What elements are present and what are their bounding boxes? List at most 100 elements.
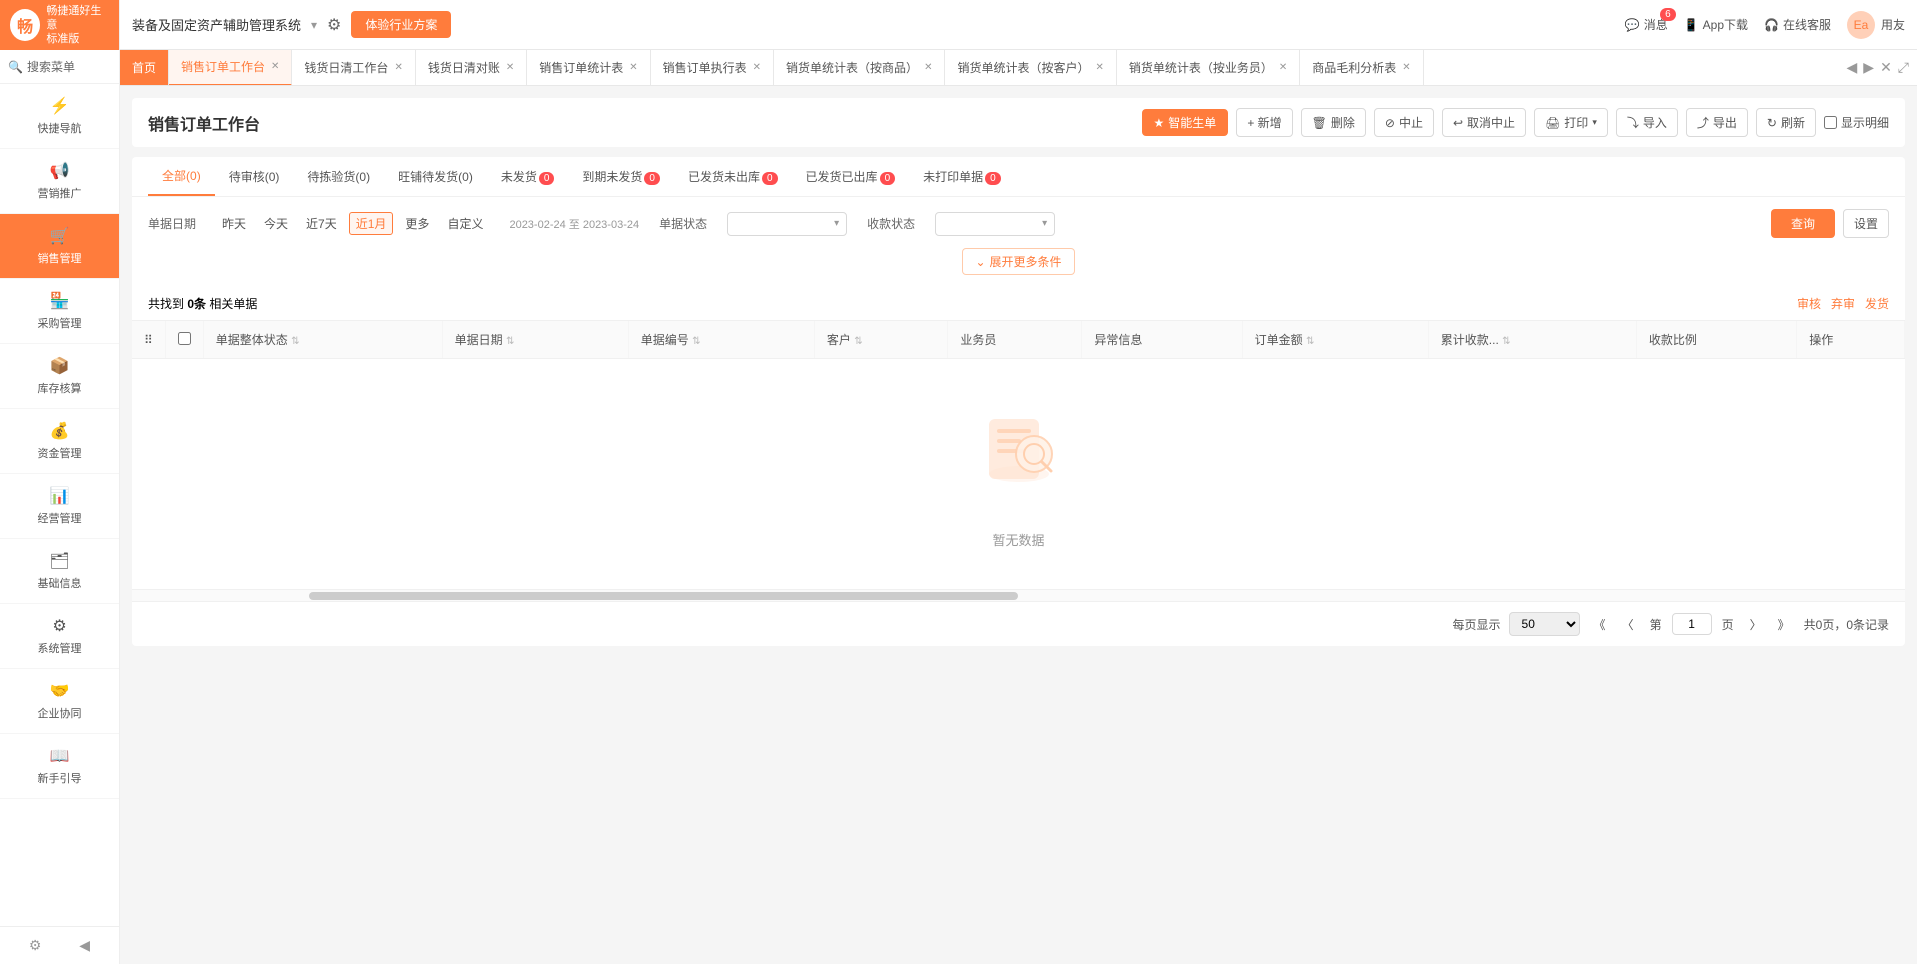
delete-btn[interactable]: 🗑 删除 [1301, 108, 1366, 137]
page-first-btn[interactable]: 《 [1588, 613, 1612, 636]
import-btn[interactable]: ⤵ 导入 [1616, 108, 1678, 137]
date-more[interactable]: 更多 [399, 213, 435, 234]
date-today[interactable]: 今天 [258, 213, 294, 234]
sidebar-item-marketing[interactable]: 📢 营销推广 [0, 149, 119, 214]
sidebar-item-guide[interactable]: 📖 新手引导 [0, 734, 119, 799]
status-select[interactable] [727, 212, 847, 236]
tab-cash-reconcile-close[interactable]: ✕ [506, 62, 514, 73]
refresh-btn[interactable]: ↻ 刷新 [1756, 108, 1816, 137]
tab-sales-workbench[interactable]: 销售订单工作台 ✕ [169, 50, 292, 86]
show-detail-checkbox[interactable]: 显示明细 [1824, 114, 1889, 131]
sub-tab-all[interactable]: 全部(0) [148, 157, 215, 196]
sub-tabs-row: 全部(0) 待审核(0) 待拣验货(0) 旺铺待发货(0) 未发货0 到期未发货… [132, 157, 1905, 197]
tabs-close-all-btn[interactable]: ✕ [1880, 59, 1892, 76]
logo-icon: 畅 [10, 9, 40, 41]
tab-product-margin-close[interactable]: ✕ [1402, 62, 1410, 73]
app-download-btn[interactable]: 📱 App下载 [1684, 16, 1748, 33]
smart-create-btn[interactable]: ★ 智能生单 [1142, 109, 1229, 136]
sidebar-item-inventory[interactable]: 📦 库存核算 [0, 344, 119, 409]
sub-tab-shipped-out[interactable]: 已发货已出库0 [792, 158, 910, 195]
sub-tab-not-printed[interactable]: 未打印单据0 [909, 158, 1015, 195]
tabs-fullscreen-btn[interactable]: ⤢ [1898, 59, 1909, 76]
user-area[interactable]: Ea 用友 [1847, 11, 1905, 39]
page-next-btn[interactable]: 〉 [1744, 613, 1768, 636]
col-number: 单据编号 ⇅ [628, 321, 814, 359]
tab-sales-exec-close[interactable]: ✕ [753, 62, 761, 73]
tab-sales-summary-staff[interactable]: 销货单统计表（按业务员） ✕ [1117, 50, 1300, 86]
print-btn[interactable]: 🖨 打印 ▾ [1534, 108, 1608, 137]
page-prev-btn[interactable]: 〈 [1616, 613, 1640, 636]
add-btn[interactable]: + 新增 [1236, 108, 1292, 137]
sidebar-item-purchase[interactable]: 🏪 采购管理 [0, 279, 119, 344]
sub-tab-pending-review[interactable]: 待审核(0) [215, 158, 294, 195]
tab-sales-workbench-close[interactable]: ✕ [271, 61, 279, 72]
tab-summary-customer-close[interactable]: ✕ [1095, 62, 1103, 73]
page-title: 销售订单工作台 [148, 111, 260, 135]
tab-home[interactable]: 首页 [120, 50, 169, 86]
page-size-select[interactable]: 50 20 100 [1509, 612, 1580, 636]
sidebar-item-nav[interactable]: ⚡ 快捷导航 [0, 84, 119, 149]
inventory-icon: 📦 [50, 356, 70, 376]
sort-customer[interactable]: ⇅ [854, 336, 862, 347]
tab-sales-summary-customer[interactable]: 销货单统计表（按客户） ✕ [945, 50, 1116, 86]
scroll-bar-area[interactable] [132, 589, 1905, 601]
ship-action[interactable]: 发货 [1865, 295, 1889, 312]
export-btn[interactable]: ⤴ 导出 [1686, 108, 1748, 137]
tabs-next-btn[interactable]: ▶ [1863, 59, 1874, 76]
expand-btn[interactable]: ⌄ 展开更多条件 [962, 248, 1074, 275]
tabs-prev-btn[interactable]: ◀ [1847, 59, 1858, 76]
message-btn[interactable]: 💬 消息 6 [1625, 16, 1668, 33]
tab-sales-stats[interactable]: 销售订单统计表 ✕ [527, 50, 650, 86]
sub-tab-wangpu[interactable]: 旺铺待发货(0) [384, 158, 487, 195]
table-scroll[interactable]: ⠿ 单据整体状态 ⇅ 单据日期 ⇅ 单据编号 ⇅ 客户 ⇅ 业务员 异常信息 订… [132, 321, 1905, 359]
sub-tab-not-shipped[interactable]: 未发货0 [487, 158, 569, 195]
tab-summary-product-close[interactable]: ✕ [924, 62, 932, 73]
sidebar-item-enterprise[interactable]: 🤝 企业协同 [0, 669, 119, 734]
settings-bottom-btn[interactable]: ⚙ [29, 937, 42, 954]
settings-btn[interactable]: 设置 [1843, 209, 1889, 238]
query-btn[interactable]: 查询 [1771, 209, 1835, 238]
col-date: 单据日期 ⇅ [442, 321, 628, 359]
date-7days[interactable]: 近7天 [300, 213, 343, 234]
sidebar-item-system[interactable]: ⚙ 系统管理 [0, 604, 119, 669]
tab-sales-summary-product[interactable]: 销货单统计表（按商品） ✕ [774, 50, 945, 86]
date-1month[interactable]: 近1月 [349, 212, 394, 235]
date-yesterday[interactable]: 昨天 [216, 213, 252, 234]
sort-status[interactable]: ⇅ [291, 336, 299, 347]
stop-btn[interactable]: ⊘ 中止 [1374, 108, 1434, 137]
page-last-btn[interactable]: 》 [1772, 613, 1796, 636]
cancel-review-action[interactable]: 弃审 [1831, 295, 1855, 312]
sidebar-item-operations[interactable]: 📊 经营管理 [0, 474, 119, 539]
tab-cash-daily[interactable]: 钱货日清工作台 ✕ [292, 50, 415, 86]
scroll-bar-thumb[interactable] [309, 592, 1018, 600]
review-action[interactable]: 审核 [1797, 295, 1821, 312]
sidebar-item-sales[interactable]: 🛒 销售管理 [0, 214, 119, 279]
filter-dates: 昨天 今天 近7天 近1月 更多 自定义 [216, 212, 489, 235]
sub-tab-shipped-not-out[interactable]: 已发货未出库0 [674, 158, 792, 195]
sub-tab-overdue[interactable]: 到期未发货0 [568, 158, 674, 195]
date-custom[interactable]: 自定义 [441, 213, 489, 234]
sidebar-item-finance[interactable]: 💰 资金管理 [0, 409, 119, 474]
select-all-checkbox[interactable] [178, 332, 191, 345]
tab-cash-daily-close[interactable]: ✕ [394, 62, 402, 73]
tab-cash-reconcile[interactable]: 钱货日清对账 ✕ [416, 50, 527, 86]
industry-btn[interactable]: 体验行业方案 [351, 11, 451, 38]
tab-sales-stats-close[interactable]: ✕ [629, 62, 637, 73]
payment-select[interactable] [935, 212, 1055, 236]
sub-tab-pending-inspect[interactable]: 待拣验货(0) [293, 158, 384, 195]
sort-date[interactable]: ⇅ [506, 336, 514, 347]
sort-accumulated[interactable]: ⇅ [1502, 336, 1510, 347]
online-service-btn[interactable]: 🎧 在线客服 [1764, 16, 1831, 33]
show-detail-input[interactable] [1824, 116, 1837, 129]
page-input[interactable] [1672, 613, 1712, 635]
topbar-gear[interactable]: ⚙ [327, 15, 341, 35]
sort-number[interactable]: ⇅ [692, 336, 700, 347]
sidebar-item-basic[interactable]: 🗂 基础信息 [0, 539, 119, 604]
tab-summary-staff-close[interactable]: ✕ [1279, 62, 1287, 73]
sidebar-search[interactable]: 🔍 搜索菜单 [0, 50, 119, 84]
cancel-stop-btn[interactable]: ↩ 取消中止 [1442, 108, 1526, 137]
tab-product-margin[interactable]: 商品毛利分析表 ✕ [1300, 50, 1423, 86]
tab-sales-exec[interactable]: 销售订单执行表 ✕ [651, 50, 774, 86]
sort-amount[interactable]: ⇅ [1306, 336, 1314, 347]
collapse-btn[interactable]: ◀ [79, 937, 90, 954]
